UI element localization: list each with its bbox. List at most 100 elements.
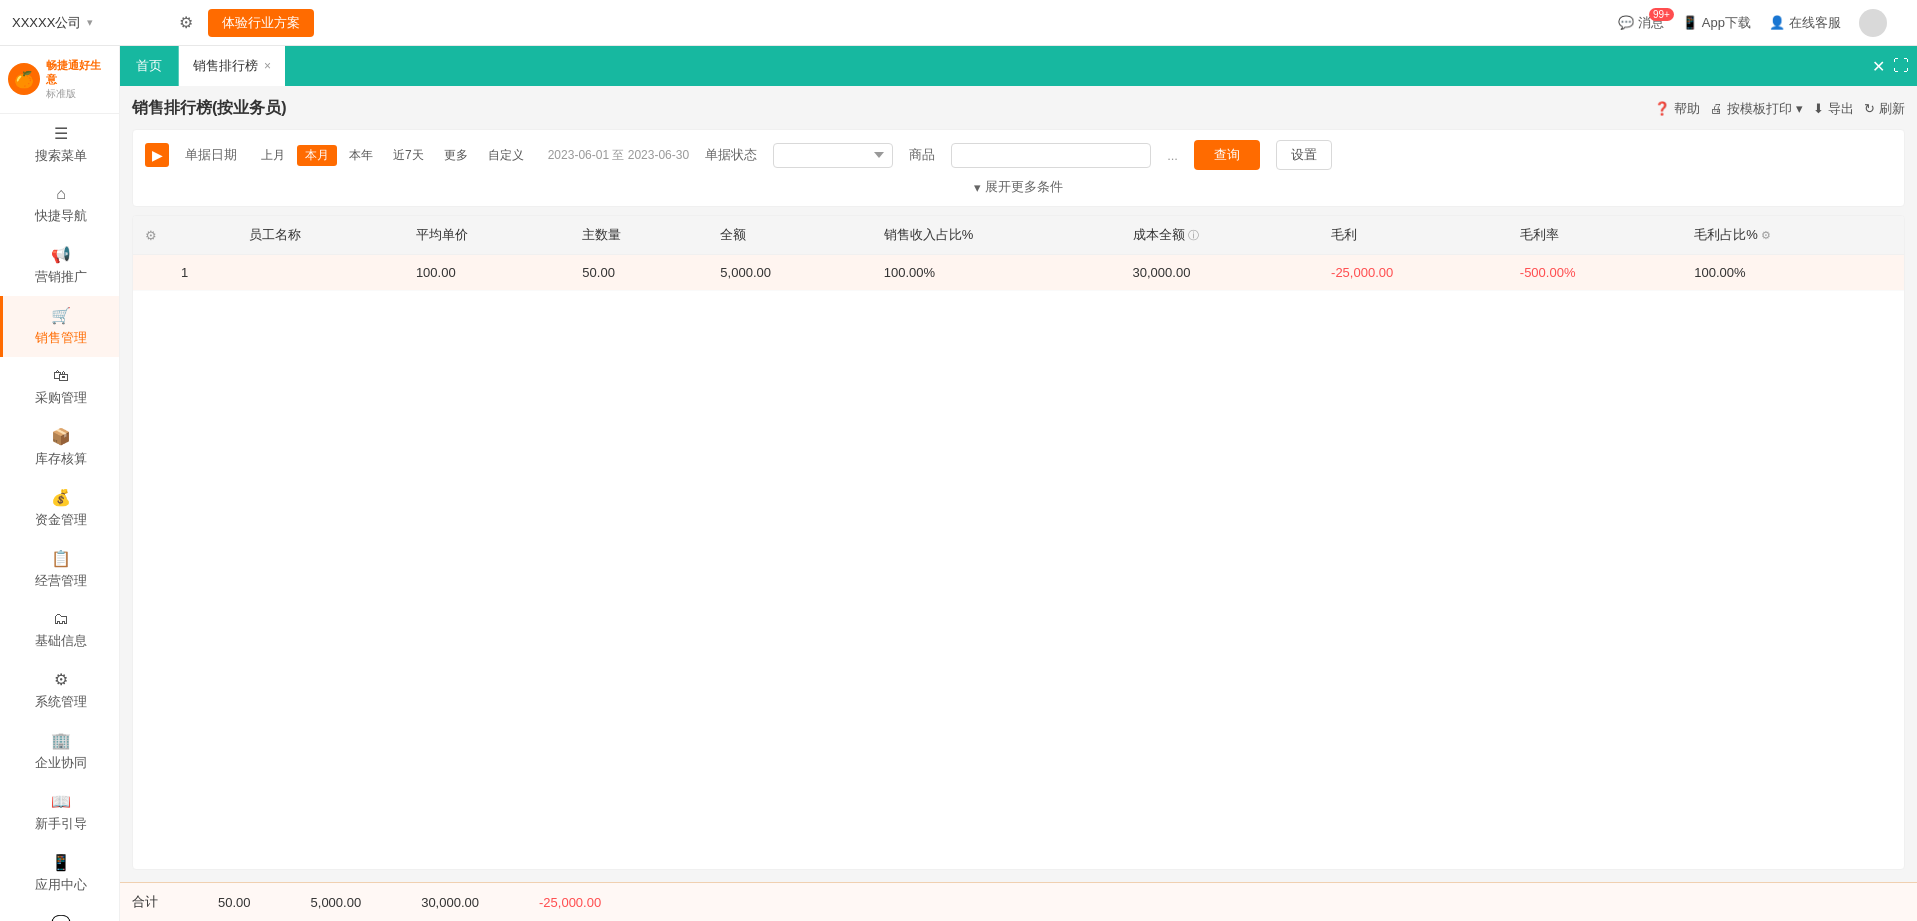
company-name: XXXXX公司 bbox=[12, 14, 81, 32]
th-settings: ⚙ bbox=[133, 216, 169, 255]
refresh-label: 刷新 bbox=[1879, 100, 1905, 118]
inventory-icon: 📦 bbox=[51, 427, 71, 446]
page-content: 销售排行榜(按业务员) ❓ 帮助 🖨 按模板打印 ▾ ⬇ 导出 bbox=[120, 86, 1917, 882]
td-profit: -25,000.00 bbox=[1319, 255, 1508, 291]
tab-home-label: 首页 bbox=[136, 57, 162, 75]
sidebar-item-finance[interactable]: 💰 资金管理 bbox=[0, 478, 119, 539]
td-settings bbox=[133, 255, 169, 291]
tab-home[interactable]: 首页 bbox=[120, 46, 179, 86]
sidebar-item-wechat[interactable]: 💬 企业微信 bbox=[0, 904, 119, 921]
footer-qty: 50.00 bbox=[218, 895, 251, 910]
date-tab-7-days[interactable]: 近7天 bbox=[385, 145, 432, 166]
logo-area: 🍊 畅捷通好生意 标准版 bbox=[0, 46, 119, 114]
tab-close-button[interactable]: × bbox=[264, 60, 271, 72]
content-area: 首页 销售排行榜 × ✕ ⛶ 销售排行榜(按业务员) ❓ 帮助 bbox=[120, 46, 1917, 921]
sidebar-item-marketing[interactable]: 📢 营销推广 bbox=[0, 235, 119, 296]
date-label: 单据日期 bbox=[185, 146, 237, 164]
sidebar: 🍊 畅捷通好生意 标准版 ☰ 搜索菜单 ⌂ 快捷导航 📢 营销推广 🛒 销售管理… bbox=[0, 46, 120, 921]
table-container: ⚙ 员工名称 平均单价 主数量 全额 销售收入占比% 成本全额 ⓘ bbox=[132, 215, 1905, 870]
date-tab-last-month[interactable]: 上月 bbox=[253, 145, 293, 166]
th-avg-price: 平均单价 bbox=[404, 216, 570, 255]
date-range: 2023-06-01 至 2023-06-30 bbox=[548, 147, 689, 164]
table-settings-icon[interactable]: ⚙ bbox=[145, 228, 157, 243]
operations-icon: 📋 bbox=[51, 549, 71, 568]
page-title: 销售排行榜(按业务员) bbox=[132, 98, 287, 119]
logo-name: 畅捷通好生意 bbox=[46, 58, 111, 87]
top-header: XXXXX公司 ▾ ⚙ 体验行业方案 💬 消息 99+ 📱 App下载 👤 在线… bbox=[0, 0, 1917, 46]
sidebar-label-basic: 基础信息 bbox=[35, 632, 87, 650]
th-qty: 主数量 bbox=[570, 216, 708, 255]
sidebar-label-purchase: 采购管理 bbox=[35, 389, 87, 407]
refresh-button[interactable]: ↻ 刷新 bbox=[1864, 100, 1905, 118]
finance-icon: 💰 bbox=[51, 488, 71, 507]
footer-profit: -25,000.00 bbox=[539, 895, 601, 910]
more-filters-link[interactable]: ... bbox=[1167, 148, 1178, 163]
expand-conditions-button[interactable]: ▾ 展开更多条件 bbox=[974, 178, 1063, 196]
sidebar-item-operations[interactable]: 📋 经营管理 bbox=[0, 539, 119, 600]
help-icon: ❓ bbox=[1654, 101, 1670, 116]
query-button[interactable]: 查询 bbox=[1194, 140, 1260, 170]
sidebar-item-quick-nav[interactable]: ⌂ 快捷导航 bbox=[0, 175, 119, 235]
refresh-icon: ↻ bbox=[1864, 101, 1875, 116]
sidebar-item-guide[interactable]: 📖 新手引导 bbox=[0, 782, 119, 843]
tab-close-window-button[interactable]: ✕ bbox=[1872, 57, 1885, 76]
enterprise-icon: 🏢 bbox=[51, 731, 71, 750]
avatar[interactable] bbox=[1859, 9, 1887, 37]
status-select[interactable] bbox=[773, 143, 893, 168]
sidebar-item-search[interactable]: ☰ 搜索菜单 bbox=[0, 114, 119, 175]
date-tab-custom[interactable]: 自定义 bbox=[480, 145, 532, 166]
tab-sales-ranking[interactable]: 销售排行榜 × bbox=[179, 46, 285, 86]
expand-chevron-icon: ▾ bbox=[974, 180, 981, 195]
date-tabs: 上月 本月 本年 近7天 更多 自定义 bbox=[253, 145, 532, 166]
message-button[interactable]: 💬 消息 99+ bbox=[1618, 14, 1664, 32]
cost-info-icon: ⓘ bbox=[1188, 229, 1199, 241]
expand-label: 展开更多条件 bbox=[985, 178, 1063, 196]
date-tab-this-month[interactable]: 本月 bbox=[297, 145, 337, 166]
th-profit-rate: 毛利率 bbox=[1508, 216, 1682, 255]
footer-cost-amount: 30,000.00 bbox=[421, 895, 479, 910]
tab-bar-right: ✕ ⛶ bbox=[1872, 57, 1917, 76]
sidebar-item-inventory[interactable]: 📦 库存核算 bbox=[0, 417, 119, 478]
th-rank bbox=[169, 216, 237, 255]
sidebar-item-basic[interactable]: 🗂 基础信息 bbox=[0, 600, 119, 660]
th-cost-amount: 成本全额 ⓘ bbox=[1121, 216, 1320, 255]
th-sales-pct: 销售收入占比% bbox=[872, 216, 1121, 255]
home-icon: ⌂ bbox=[56, 185, 66, 203]
sidebar-item-enterprise[interactable]: 🏢 企业协同 bbox=[0, 721, 119, 782]
company-selector[interactable]: XXXXX公司 ▾ bbox=[12, 14, 172, 32]
profit-info-icon: ⚙ bbox=[1761, 229, 1771, 241]
tab-restore-button[interactable]: ⛶ bbox=[1893, 57, 1909, 75]
print-chevron-icon: ▾ bbox=[1796, 101, 1803, 116]
expand-row: ▾ 展开更多条件 bbox=[145, 178, 1892, 196]
system-icon: ⚙ bbox=[54, 670, 68, 689]
online-service-button[interactable]: 👤 在线客服 bbox=[1769, 14, 1841, 32]
logo-sub: 标准版 bbox=[46, 87, 111, 101]
app-download-button[interactable]: 📱 App下载 bbox=[1682, 14, 1751, 32]
help-button[interactable]: ❓ 帮助 bbox=[1654, 100, 1700, 118]
filter-collapse-button[interactable]: ▶ bbox=[145, 143, 169, 167]
td-profit-pct: 100.00% bbox=[1682, 255, 1904, 291]
export-button[interactable]: ⬇ 导出 bbox=[1813, 100, 1854, 118]
guide-icon: 📖 bbox=[51, 792, 71, 811]
date-tab-more[interactable]: 更多 bbox=[436, 145, 476, 166]
goods-input[interactable] bbox=[951, 143, 1151, 168]
settings-button[interactable]: 设置 bbox=[1276, 140, 1332, 170]
wechat-icon: 💬 bbox=[51, 914, 71, 921]
th-profit: 毛利 bbox=[1319, 216, 1508, 255]
sidebar-label-marketing: 营销推广 bbox=[35, 268, 87, 286]
td-amount: 5,000.00 bbox=[708, 255, 871, 291]
date-tab-this-year[interactable]: 本年 bbox=[341, 145, 381, 166]
td-rank: 1 bbox=[169, 255, 237, 291]
tab-bar: 首页 销售排行榜 × ✕ ⛶ bbox=[120, 46, 1917, 86]
trial-button[interactable]: 体验行业方案 bbox=[208, 9, 314, 37]
sidebar-item-system[interactable]: ⚙ 系统管理 bbox=[0, 660, 119, 721]
sidebar-item-purchase[interactable]: 🛍 采购管理 bbox=[0, 357, 119, 417]
table-row: 1 100.00 50.00 5,000.00 100.00% 30,000.0… bbox=[133, 255, 1904, 291]
sidebar-item-apps[interactable]: 📱 应用中心 bbox=[0, 843, 119, 904]
filter-bar: ▶ 单据日期 上月 本月 本年 近7天 更多 自定义 2023-06-01 至 … bbox=[132, 129, 1905, 207]
sales-icon: 🛒 bbox=[51, 306, 71, 325]
settings-icon[interactable]: ⚙ bbox=[172, 9, 200, 37]
td-profit-rate: -500.00% bbox=[1508, 255, 1682, 291]
print-button[interactable]: 🖨 按模板打印 ▾ bbox=[1710, 100, 1803, 118]
sidebar-item-sales[interactable]: 🛒 销售管理 bbox=[0, 296, 119, 357]
